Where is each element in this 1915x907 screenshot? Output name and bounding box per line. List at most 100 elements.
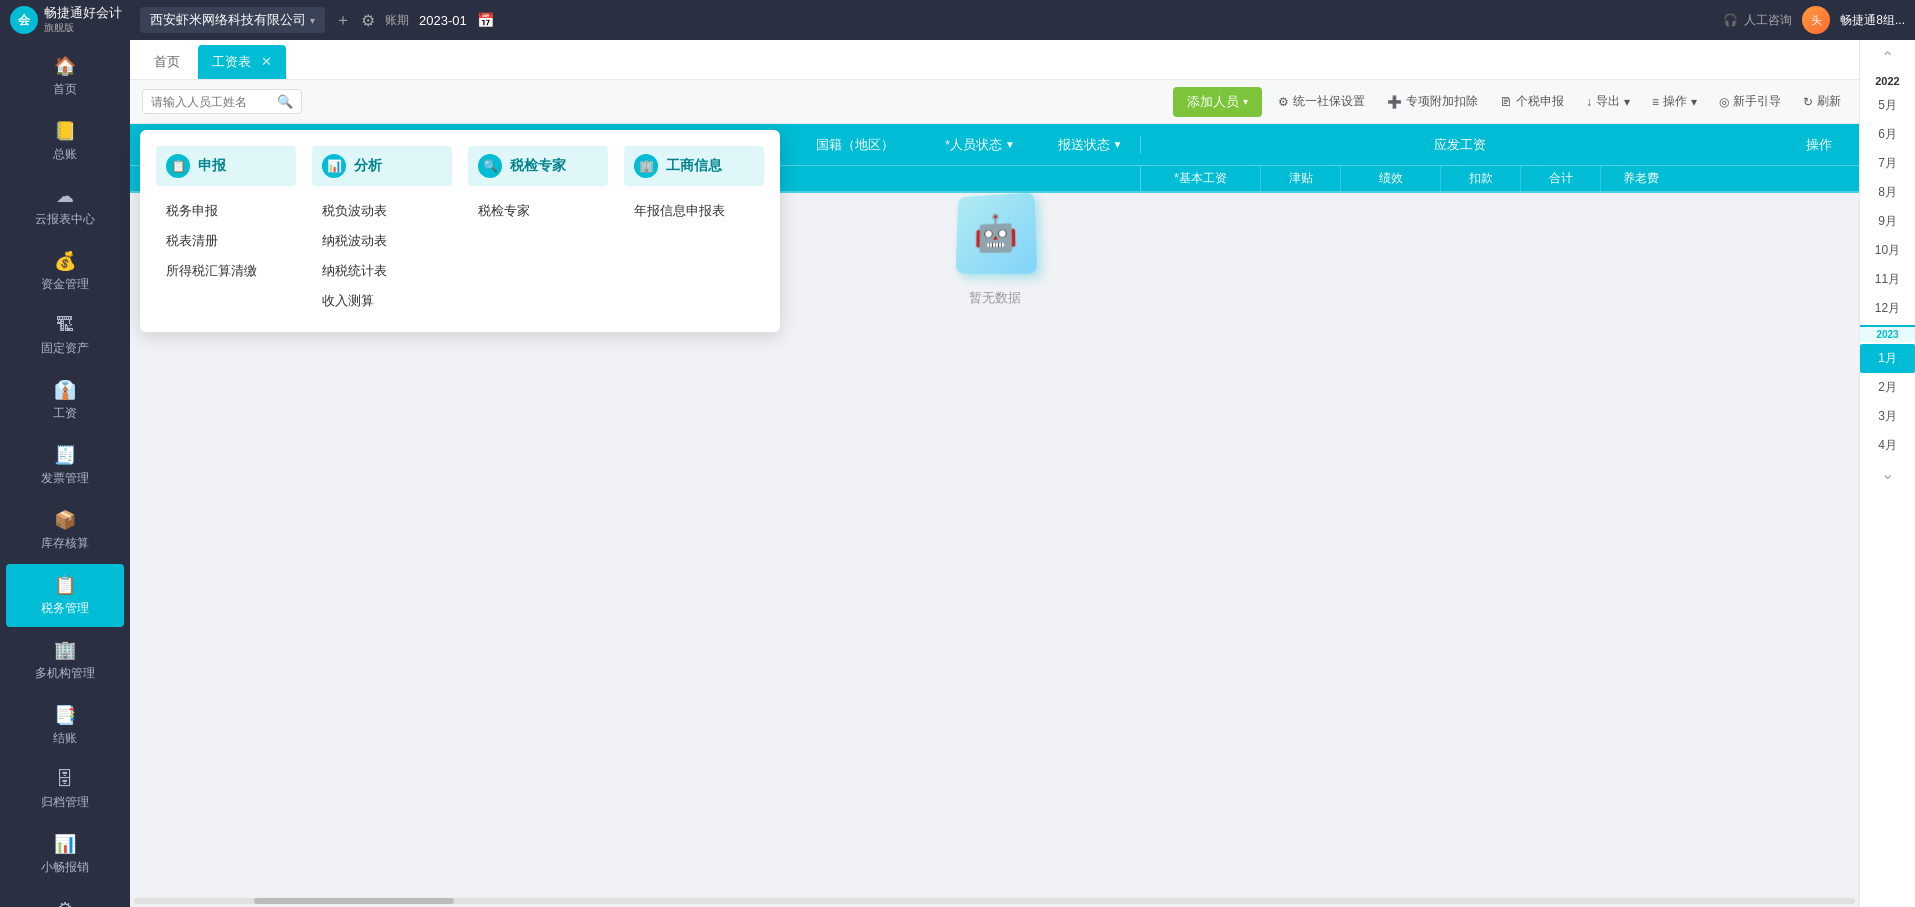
cal-nav-up[interactable]: ⌃ <box>1877 44 1898 71</box>
export-icon: ↓ <box>1586 95 1592 109</box>
cal-month-7[interactable]: 7月 <box>1860 149 1915 178</box>
filter-person-icon[interactable]: ▼ <box>1005 139 1015 150</box>
close-icon: 📑 <box>54 704 76 726</box>
archive-icon: 🗄 <box>56 769 74 790</box>
menu-item-tax-expert[interactable]: 税检专家 <box>468 196 608 226</box>
sub-header-total: 合计 <box>1521 166 1601 191</box>
user-name: 畅捷通8组... <box>1840 12 1905 29</box>
menu-item-annual-report[interactable]: 年报信息申报表 <box>624 196 764 226</box>
cal-month-6[interactable]: 6月 <box>1860 120 1915 149</box>
menu-item-tax-declaration[interactable]: 税务申报 <box>156 196 296 226</box>
top-bar: 会 畅捷通好会计 旗舰版 西安虾米网络科技有限公司 ▾ ＋ ⚙ 账期 2023-… <box>0 0 1915 40</box>
special-deduction-button[interactable]: ➕ 专项附加扣除 <box>1381 89 1484 114</box>
empty-icon: 🤖 <box>955 193 1037 274</box>
service-button[interactable]: 🎧 人工咨询 <box>1723 12 1792 29</box>
cal-month-9[interactable]: 9月 <box>1860 207 1915 236</box>
home-icon: 🏠 <box>54 55 76 77</box>
add-person-label: 添加人员 <box>1187 93 1239 111</box>
sidebar-item-multi[interactable]: 🏢 多机构管理 <box>6 629 124 692</box>
scrollbar-track[interactable] <box>134 898 1855 904</box>
operate-button[interactable]: ≡ 操作 ▾ <box>1646 89 1703 114</box>
cal-month-5[interactable]: 5月 <box>1860 91 1915 120</box>
operate-icon: ≡ <box>1652 95 1659 109</box>
sub-header-deduction: 扣款 <box>1441 166 1521 191</box>
cal-month-10[interactable]: 10月 <box>1860 236 1915 265</box>
logo-icon: 会 <box>10 6 38 34</box>
sidebar-label-cloud: 云报表中心 <box>35 211 95 228</box>
company-selector[interactable]: 西安虾米网络科技有限公司 ▾ <box>140 7 325 33</box>
logo-area: 会 畅捷通好会计 旗舰版 <box>10 5 130 35</box>
sidebar-item-settings[interactable]: ⚙ 基础设置 <box>6 888 124 907</box>
tax-icon: 📋 <box>54 574 76 596</box>
scrollbar-thumb[interactable] <box>254 898 454 904</box>
sidebar-label-tax: 税务管理 <box>41 600 89 617</box>
cal-month-2023-1[interactable]: 1月 <box>1860 344 1915 373</box>
period-label: 账期 <box>385 12 409 29</box>
sidebar-label-ledger: 总账 <box>53 146 77 163</box>
salary-icon: 👔 <box>54 379 76 401</box>
special-icon: ➕ <box>1387 95 1402 109</box>
cal-month-8[interactable]: 8月 <box>1860 178 1915 207</box>
declaration-title: 申报 <box>198 157 226 175</box>
menu-item-tax-burden[interactable]: 税负波动表 <box>312 196 452 226</box>
filter-report-icon[interactable]: ▼ <box>1113 139 1123 150</box>
sidebar-item-ledger[interactable]: 📒 总账 <box>6 110 124 173</box>
menu-section-business: 🏢 工商信息 年报信息申报表 <box>624 146 764 316</box>
assets-icon: 🏗 <box>56 315 74 336</box>
avatar: 头 <box>1802 6 1830 34</box>
sidebar-item-inventory[interactable]: 📦 库存核算 <box>6 499 124 562</box>
export-arrow: ▾ <box>1624 95 1630 109</box>
sidebar-item-close[interactable]: 📑 结账 <box>6 694 124 757</box>
settings-icon[interactable]: ⚙ <box>361 11 375 30</box>
sidebar-item-fund[interactable]: 💰 资金管理 <box>6 240 124 303</box>
sidebar-label-assets: 固定资产 <box>41 340 89 357</box>
tab-close-icon[interactable]: ✕ <box>261 54 272 69</box>
cal-2023-months: 1月 2月 3月 4月 <box>1860 344 1915 460</box>
sidebar-item-cloud[interactable]: ☁ 云报表中心 <box>6 175 124 238</box>
sidebar-item-tax[interactable]: 📋 税务管理 <box>6 564 124 627</box>
cal-month-2023-3[interactable]: 3月 <box>1860 402 1915 431</box>
sidebar-item-salary[interactable]: 👔 工资 <box>6 369 124 432</box>
cal-month-2023-2[interactable]: 2月 <box>1860 373 1915 402</box>
cal-month-2023-4[interactable]: 4月 <box>1860 431 1915 460</box>
social-security-icon: ⚙ <box>1278 95 1289 109</box>
sidebar-item-home[interactable]: 🏠 首页 <box>6 45 124 108</box>
add-icon[interactable]: ＋ <box>335 10 351 31</box>
header-ops-label: 操作 <box>1806 137 1832 152</box>
sidebar-item-invoice[interactable]: 🧾 发票管理 <box>6 434 124 497</box>
app-title: 畅捷通好会计 <box>44 5 122 21</box>
menu-section-declaration-header: 📋 申报 <box>156 146 296 186</box>
menu-item-tax-wave[interactable]: 纳税波动表 <box>312 226 452 256</box>
tab-home[interactable]: 首页 <box>140 45 194 79</box>
menu-item-tax-table[interactable]: 税表清册 <box>156 226 296 256</box>
guide-button[interactable]: ◎ 新手引导 <box>1713 89 1787 114</box>
sidebar-item-assets[interactable]: 🏗 固定资产 <box>6 305 124 367</box>
tax-return-button[interactable]: 🖹 个税申报 <box>1494 89 1570 114</box>
search-input[interactable] <box>151 95 271 109</box>
invoice-icon: 🧾 <box>54 444 76 466</box>
sidebar-item-archive[interactable]: 🗄 归档管理 <box>6 759 124 821</box>
cal-nav-down[interactable]: ⌄ <box>1877 460 1898 487</box>
menu-item-tax-stats[interactable]: 纳税统计表 <box>312 256 452 286</box>
inventory-icon: 📦 <box>54 509 76 531</box>
header-region-label: 国籍（地区） <box>816 136 894 154</box>
menu-item-income-calc[interactable]: 收入测算 <box>312 286 452 316</box>
social-security-button[interactable]: ⚙ 统一社保设置 <box>1272 89 1371 114</box>
refresh-button[interactable]: ↻ 刷新 <box>1797 89 1847 114</box>
header-salary-group: 应发工资 <box>1140 136 1779 154</box>
analysis-icon: 📊 <box>322 154 346 178</box>
tab-salary[interactable]: 工资表 ✕ <box>198 45 286 79</box>
sidebar-item-report[interactable]: 📊 小畅报销 <box>6 823 124 886</box>
menu-item-tax-settlement[interactable]: 所得税汇算清缴 <box>156 256 296 286</box>
export-button[interactable]: ↓ 导出 ▾ <box>1580 89 1636 114</box>
cal-year-2022: 2022 <box>1875 71 1899 91</box>
toolbar: 🔍 添加人员 ▾ ⚙ 统一社保设置 ➕ 专项附加扣除 🖹 个税申报 ↓ 导出 <box>130 80 1859 124</box>
cal-month-12[interactable]: 12月 <box>1860 294 1915 323</box>
calendar-icon[interactable]: 📅 <box>477 12 494 28</box>
menu-section-analysis: 📊 分析 税负波动表 纳税波动表 纳税统计表 收入测算 <box>312 146 452 316</box>
add-person-button[interactable]: 添加人员 ▾ <box>1173 87 1262 117</box>
calendar-panel: ⌃ 2022 5月 6月 7月 8月 9月 10月 11月 12月 2023 1… <box>1859 40 1915 907</box>
menu-section-tax-expert-header: 🔍 税检专家 <box>468 146 608 186</box>
cal-month-11[interactable]: 11月 <box>1860 265 1915 294</box>
report-icon: 📊 <box>54 833 76 855</box>
